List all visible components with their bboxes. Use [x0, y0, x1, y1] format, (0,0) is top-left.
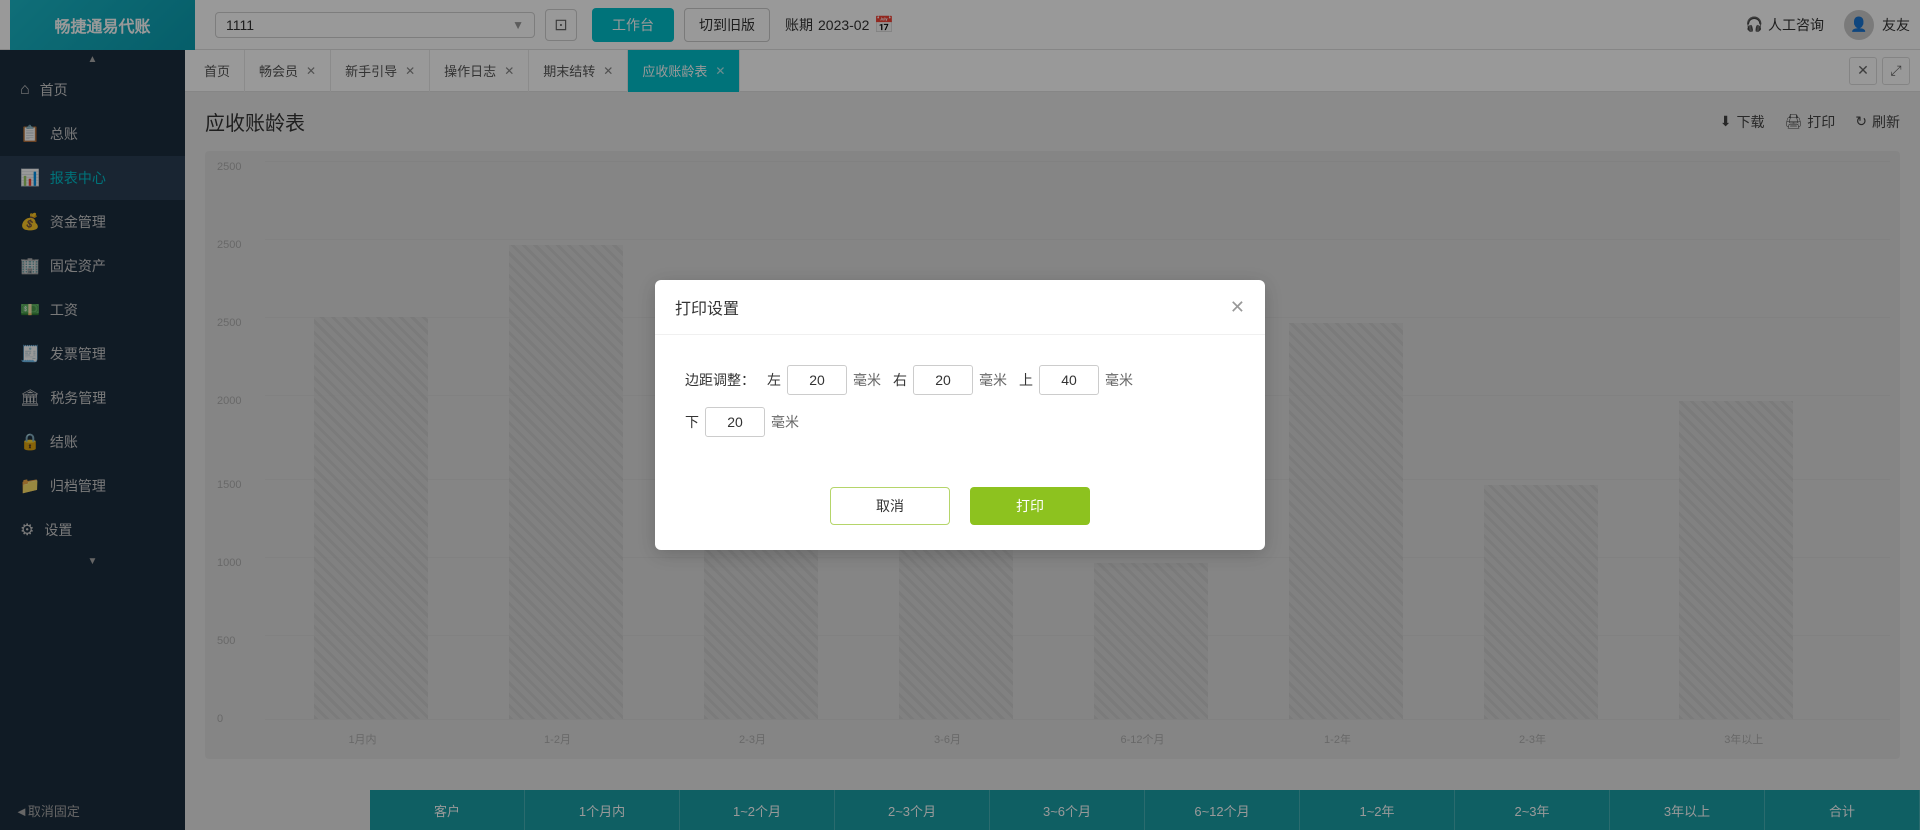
margin-left-group: 左 毫米 [767, 365, 881, 395]
right-direction-label: 右 [893, 370, 907, 390]
margin-bottom-group: 下 毫米 [685, 407, 799, 437]
left-unit: 毫米 [853, 370, 881, 390]
modal-overlay: 打印设置 ✕ 边距调整： 左 毫米 右 毫米 上 毫米 [0, 0, 1920, 830]
modal-footer: 取消 打印 [655, 467, 1265, 550]
modal-body: 边距调整： 左 毫米 右 毫米 上 毫米 下 [655, 335, 1265, 467]
modal-close-button[interactable]: ✕ [1230, 298, 1245, 316]
margin-top-input[interactable] [1039, 365, 1099, 395]
margin-left-input[interactable] [787, 365, 847, 395]
cancel-button[interactable]: 取消 [830, 487, 950, 525]
margin-bottom-input[interactable] [705, 407, 765, 437]
modal-header: 打印设置 ✕ [655, 280, 1265, 335]
print-settings-modal: 打印设置 ✕ 边距调整： 左 毫米 右 毫米 上 毫米 [655, 280, 1265, 550]
modal-title: 打印设置 [675, 295, 739, 319]
margin-label: 边距调整： [685, 370, 755, 390]
bottom-direction-label: 下 [685, 412, 699, 432]
right-unit: 毫米 [979, 370, 1007, 390]
bottom-unit: 毫米 [771, 412, 799, 432]
top-direction-label: 上 [1019, 370, 1033, 390]
margin-right-group: 右 毫米 [893, 365, 1007, 395]
top-unit: 毫米 [1105, 370, 1133, 390]
margin-right-input[interactable] [913, 365, 973, 395]
margin-top-group: 上 毫米 [1019, 365, 1133, 395]
confirm-print-button[interactable]: 打印 [970, 487, 1090, 525]
margin-row: 边距调整： 左 毫米 右 毫米 上 毫米 下 [685, 365, 1235, 437]
left-direction-label: 左 [767, 370, 781, 390]
